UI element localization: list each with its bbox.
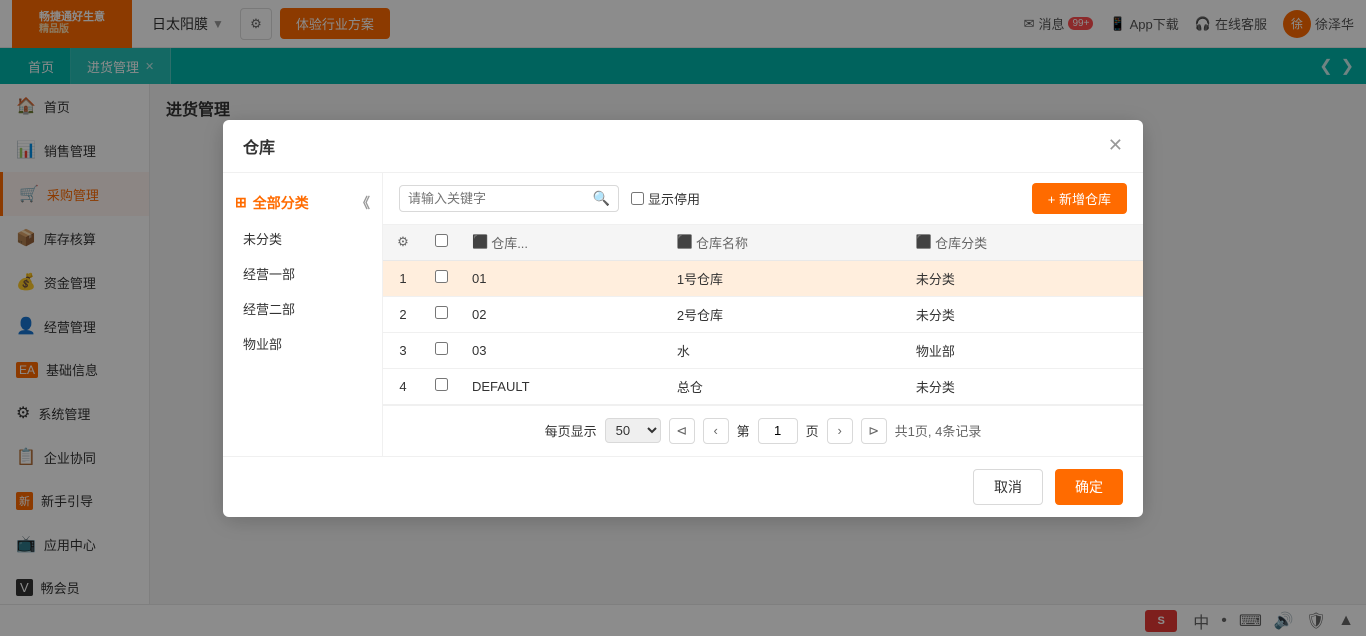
- search-box: 🔍: [399, 185, 619, 212]
- modal-toolbar: 🔍 显示停用 + 新增仓库: [383, 173, 1143, 225]
- table-row[interactable]: 3 03 水 物业部: [383, 332, 1143, 368]
- row-code: 01: [460, 260, 665, 296]
- row-name: 2号仓库: [665, 296, 904, 332]
- row-code: DEFAULT: [460, 368, 665, 404]
- table-body: 1 01 1号仓库 未分类 2 02 2号仓库: [383, 260, 1143, 404]
- row-check[interactable]: [423, 332, 460, 368]
- row-category: 未分类: [904, 260, 1143, 296]
- settings-col-icon: ⚙: [397, 234, 409, 249]
- row-code: 02: [460, 296, 665, 332]
- th-category-label: 仓库分类: [935, 233, 987, 252]
- row-num: 2: [383, 296, 423, 332]
- show-disabled-checkbox[interactable]: 显示停用: [631, 189, 700, 208]
- row-num: 3: [383, 332, 423, 368]
- sidebar-ops2-label: 经营二部: [243, 302, 295, 317]
- modal-title: 仓库: [243, 134, 275, 158]
- row-category: 未分类: [904, 368, 1143, 404]
- select-all-checkbox[interactable]: [435, 234, 448, 247]
- sort-icon3: ⬛: [916, 234, 932, 250]
- search-icon: 🔍: [593, 190, 610, 207]
- modal-main: 🔍 显示停用 + 新增仓库 ⚙: [383, 173, 1143, 456]
- next-page-button[interactable]: ›: [827, 418, 853, 444]
- row-name: 1号仓库: [665, 260, 904, 296]
- modal-sidebar-header: ⊞ 全部分类 《: [223, 185, 382, 221]
- sidebar-collapse-icon[interactable]: 《: [356, 193, 370, 213]
- last-page-button[interactable]: ⊳: [861, 418, 887, 444]
- th-code-label: 仓库...: [491, 233, 528, 252]
- row-category: 物业部: [904, 332, 1143, 368]
- prev-page-button[interactable]: ‹: [703, 418, 729, 444]
- row-code: 03: [460, 332, 665, 368]
- warehouse-table-container: ⚙ ⬛ 仓库...: [383, 225, 1143, 405]
- th-name-label: 仓库名称: [696, 233, 748, 252]
- table-row[interactable]: 2 02 2号仓库 未分类: [383, 296, 1143, 332]
- row-name: 水: [665, 332, 904, 368]
- sidebar-category-ops2[interactable]: 经营二部: [223, 291, 382, 326]
- page-no-label: 第: [737, 421, 750, 440]
- sidebar-ops1-label: 经营一部: [243, 267, 295, 282]
- modal-close-button[interactable]: ✕: [1108, 135, 1123, 156]
- show-disabled-label: 显示停用: [648, 189, 700, 208]
- confirm-button[interactable]: 确定: [1055, 469, 1123, 505]
- th-code: ⬛ 仓库...: [460, 225, 665, 261]
- th-name: ⬛ 仓库名称: [665, 225, 904, 261]
- th-checkbox: [423, 225, 460, 261]
- page-label: 页: [806, 421, 819, 440]
- table-row[interactable]: 4 DEFAULT 总仓 未分类: [383, 368, 1143, 404]
- sidebar-property-label: 物业部: [243, 337, 282, 352]
- sidebar-category-unclassified[interactable]: 未分类: [223, 221, 382, 256]
- warehouse-modal: 仓库 ✕ ⊞ 全部分类 《 未分类 经营一部 经营二部: [223, 120, 1143, 517]
- modal-sidebar-title: 全部分类: [253, 193, 309, 213]
- total-info: 共1页, 4条记录: [895, 421, 982, 440]
- modal-footer: 取消 确定: [223, 456, 1143, 517]
- row-check[interactable]: [423, 260, 460, 296]
- modal-overlay: 仓库 ✕ ⊞ 全部分类 《 未分类 经营一部 经营二部: [0, 0, 1366, 636]
- row-check[interactable]: [423, 368, 460, 404]
- sort-icon: ⬛: [472, 234, 488, 250]
- th-settings: ⚙: [383, 225, 423, 261]
- th-category: ⬛ 仓库分类: [904, 225, 1143, 261]
- grid-icon: ⊞: [235, 194, 247, 211]
- cancel-button[interactable]: 取消: [973, 469, 1043, 505]
- table-row[interactable]: 1 01 1号仓库 未分类: [383, 260, 1143, 296]
- row-num: 4: [383, 368, 423, 404]
- sort-icon2: ⬛: [677, 234, 693, 250]
- row-check[interactable]: [423, 296, 460, 332]
- sidebar-category-ops1[interactable]: 经营一部: [223, 256, 382, 291]
- row-name: 总仓: [665, 368, 904, 404]
- modal-header: 仓库 ✕: [223, 120, 1143, 173]
- add-warehouse-button[interactable]: + 新增仓库: [1032, 183, 1127, 214]
- sidebar-unclassified-label: 未分类: [243, 232, 282, 247]
- warehouse-table: ⚙ ⬛ 仓库...: [383, 225, 1143, 405]
- table-header-row: ⚙ ⬛ 仓库...: [383, 225, 1143, 261]
- search-input[interactable]: [408, 191, 593, 206]
- pagination: 每页显示 50 10 20 100 ⊲ ‹ 第 页 › ⊳ 共1页, 4条记录: [383, 405, 1143, 456]
- show-disabled-input[interactable]: [631, 192, 644, 205]
- modal-body: ⊞ 全部分类 《 未分类 经营一部 经营二部 物业部: [223, 173, 1143, 456]
- page-size-label: 每页显示: [545, 421, 597, 440]
- modal-sidebar: ⊞ 全部分类 《 未分类 经营一部 经营二部 物业部: [223, 173, 383, 456]
- page-number-input[interactable]: [758, 418, 798, 444]
- first-page-button[interactable]: ⊲: [669, 418, 695, 444]
- row-category: 未分类: [904, 296, 1143, 332]
- sidebar-category-property[interactable]: 物业部: [223, 326, 382, 361]
- page-size-select[interactable]: 50 10 20 100: [605, 418, 661, 443]
- row-num: 1: [383, 260, 423, 296]
